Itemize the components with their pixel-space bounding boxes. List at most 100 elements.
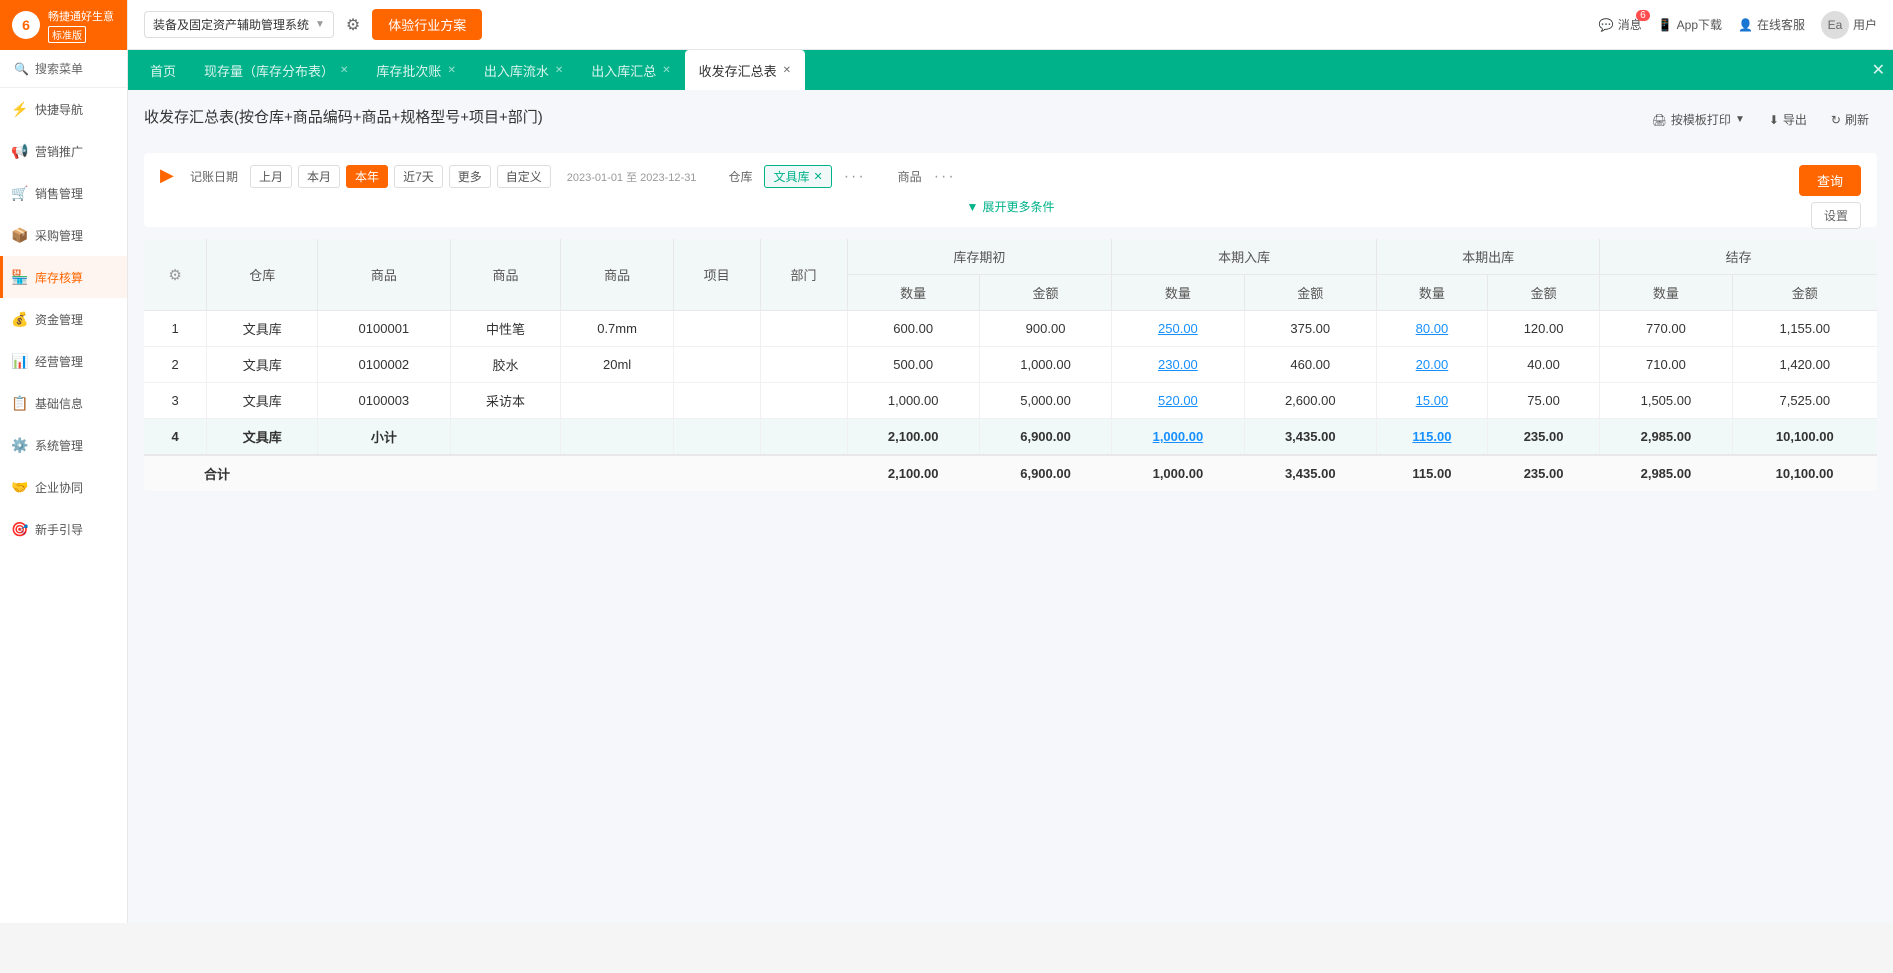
tab-inventory-dist[interactable]: 现存量（库存分布表） ✕ (190, 50, 362, 90)
tab-inout-summary[interactable]: 出入库汇总 ✕ (577, 50, 684, 90)
col-out-qty: 数量 (1376, 275, 1487, 311)
chevron-down-icon: ▼ (315, 19, 325, 30)
query-button[interactable]: 查询 (1799, 165, 1861, 196)
in-qty-cell[interactable]: 520.00 (1158, 393, 1198, 408)
tab-close-batch[interactable]: ✕ (447, 65, 455, 76)
cell-in-qty[interactable]: 1,000.00 (1112, 419, 1244, 456)
sidebar-item-quick[interactable]: ⚡ 快捷导航 (0, 88, 127, 130)
col-in-qty: 数量 (1112, 275, 1244, 311)
col-in-amt: 金额 (1244, 275, 1376, 311)
cell-open-qty: 1,000.00 (847, 383, 979, 419)
col-gear[interactable]: ⚙ (144, 239, 207, 311)
date-btn-more[interactable]: 更多 (449, 165, 491, 188)
tabbar-close-icon[interactable]: ✕ (1872, 60, 1885, 80)
sidebar-item-system[interactable]: ⚙️ 系统管理 (0, 424, 127, 466)
corp-label: 企业协同 (35, 479, 83, 496)
cell-code: 0100002 (318, 347, 450, 383)
date-btn-this-month[interactable]: 本月 (298, 165, 340, 188)
tab-close-inventory-dist[interactable]: ✕ (340, 65, 348, 76)
sidebar-item-marketing[interactable]: 📢 营销推广 (0, 130, 127, 172)
cell-out-qty[interactable]: 15.00 (1376, 383, 1487, 419)
message-button[interactable]: 💬 消息 6 (1599, 16, 1642, 33)
quick-icon: ⚡ (11, 100, 29, 118)
cell-in-qty[interactable]: 520.00 (1112, 383, 1244, 419)
cell-out-qty[interactable]: 20.00 (1376, 347, 1487, 383)
cell-open-qty: 2,100.00 (847, 419, 979, 456)
trial-button[interactable]: 体验行业方案 (372, 9, 482, 40)
warehouse-more-icon[interactable]: ··· (844, 168, 866, 186)
sidebar-item-purchase[interactable]: 📦 采购管理 (0, 214, 127, 256)
cell-out-qty[interactable]: 115.00 (1376, 419, 1487, 456)
cell-name (450, 419, 561, 456)
footer-open-amt: 6,900.00 (979, 455, 1111, 491)
tab-close-inout-summary[interactable]: ✕ (662, 65, 670, 76)
goods-filter-label: 商品 (898, 168, 922, 185)
quick-label: 快捷导航 (35, 101, 83, 118)
cell-in-amt: 375.00 (1244, 311, 1376, 347)
online-service-button[interactable]: 👤 在线客服 (1738, 16, 1805, 33)
in-qty-cell[interactable]: 230.00 (1158, 357, 1198, 372)
filter-card: ▶ 记账日期 上月 本月 本年 近7天 更多 自定义 2023-01-01 至 … (144, 153, 1877, 227)
search-menu-label: 搜索菜单 (35, 60, 83, 77)
tab-inout-summary-label: 出入库汇总 (591, 61, 656, 80)
cell-idx: 1 (144, 311, 207, 347)
date-btn-custom[interactable]: 自定义 (497, 165, 551, 188)
sidebar-item-inventory[interactable]: 🏪 库存核算 (0, 256, 127, 298)
sidebar-item-business[interactable]: 📊 经营管理 (0, 340, 127, 382)
gear-icon[interactable]: ⚙ (346, 15, 360, 35)
cell-in-qty[interactable]: 250.00 (1112, 311, 1244, 347)
user-avatar[interactable]: Ea 用户 (1821, 11, 1877, 39)
cell-dept (760, 311, 847, 347)
out-qty-cell[interactable]: 20.00 (1416, 357, 1449, 372)
tab-recv-summary[interactable]: 收发存汇总表 ✕ (685, 50, 805, 90)
tab-inout-flow[interactable]: 出入库流水 ✕ (470, 50, 577, 90)
tab-inout-flow-label: 出入库流水 (484, 61, 549, 80)
sidebar-item-sales[interactable]: 🛒 销售管理 (0, 172, 127, 214)
out-qty-cell[interactable]: 80.00 (1416, 321, 1449, 336)
col-close-qty: 数量 (1600, 275, 1732, 311)
cell-in-qty[interactable]: 230.00 (1112, 347, 1244, 383)
cell-out-amt: 40.00 (1487, 347, 1599, 383)
filter-expand-arrow[interactable]: ▶ (160, 165, 174, 186)
sidebar-item-guide[interactable]: 🎯 新手引导 (0, 508, 127, 550)
col-out-amt: 金额 (1487, 275, 1599, 311)
cell-warehouse: 文具库 (207, 383, 318, 419)
refresh-button[interactable]: ↻ 刷新 (1823, 107, 1877, 132)
date-btn-last-month[interactable]: 上月 (250, 165, 292, 188)
tab-close-inout-flow[interactable]: ✕ (555, 65, 563, 76)
cell-spec: 0.7mm (561, 311, 673, 347)
export-button[interactable]: ⬇ 导出 (1761, 107, 1815, 132)
cell-code: 小计 (318, 419, 450, 456)
tab-home[interactable]: 首页 (136, 50, 190, 90)
in-qty-cell[interactable]: 250.00 (1158, 321, 1198, 336)
cell-out-qty[interactable]: 80.00 (1376, 311, 1487, 347)
col-goods-spec: 商品 (561, 239, 673, 311)
tab-batch[interactable]: 库存批次账 ✕ (362, 50, 469, 90)
tab-recv-summary-label: 收发存汇总表 (699, 61, 777, 80)
tab-close-recv-summary[interactable]: ✕ (783, 65, 791, 76)
col-group-closing: 结存 (1600, 239, 1877, 275)
finance-label: 资金管理 (35, 311, 83, 328)
sidebar-item-finance[interactable]: 💰 资金管理 (0, 298, 127, 340)
out-qty-cell[interactable]: 15.00 (1416, 393, 1449, 408)
corp-icon: 🤝 (11, 478, 29, 496)
search-menu-item[interactable]: 🔍 搜索菜单 (0, 50, 127, 88)
table-gear-icon[interactable]: ⚙ (168, 267, 181, 284)
warehouse-tag-close[interactable]: ✕ (813, 170, 822, 183)
filter-settings-button[interactable]: 设置 (1811, 202, 1861, 229)
print-template-button[interactable]: 🖨 按模板打印 ▼ (1644, 107, 1753, 132)
topbar-right: 💬 消息 6 📱 App下载 👤 在线客服 Ea 用户 (1599, 11, 1877, 39)
cell-idx: 3 (144, 383, 207, 419)
sidebar-item-corp[interactable]: 🤝 企业协同 (0, 466, 127, 508)
date-btn-7days[interactable]: 近7天 (394, 165, 443, 188)
goods-more-icon[interactable]: ··· (934, 168, 956, 186)
toolbar: 🖨 按模板打印 ▼ ⬇ 导出 ↻ 刷新 (1644, 107, 1877, 132)
sidebar-item-basic[interactable]: 📋 基础信息 (0, 382, 127, 424)
footer-close-amt: 10,100.00 (1732, 455, 1877, 491)
sys-select[interactable]: 装备及固定资产辅助管理系统 ▼ (144, 11, 334, 38)
table-row: 2 文具库 0100002 胶水 20ml 500.00 1,000.00 23… (144, 347, 1877, 383)
app-download-button[interactable]: 📱 App下载 (1658, 16, 1722, 33)
date-btn-this-year[interactable]: 本年 (346, 165, 388, 188)
business-label: 经营管理 (35, 353, 83, 370)
expand-filter-button[interactable]: ▼ 展开更多条件 (967, 198, 1055, 215)
